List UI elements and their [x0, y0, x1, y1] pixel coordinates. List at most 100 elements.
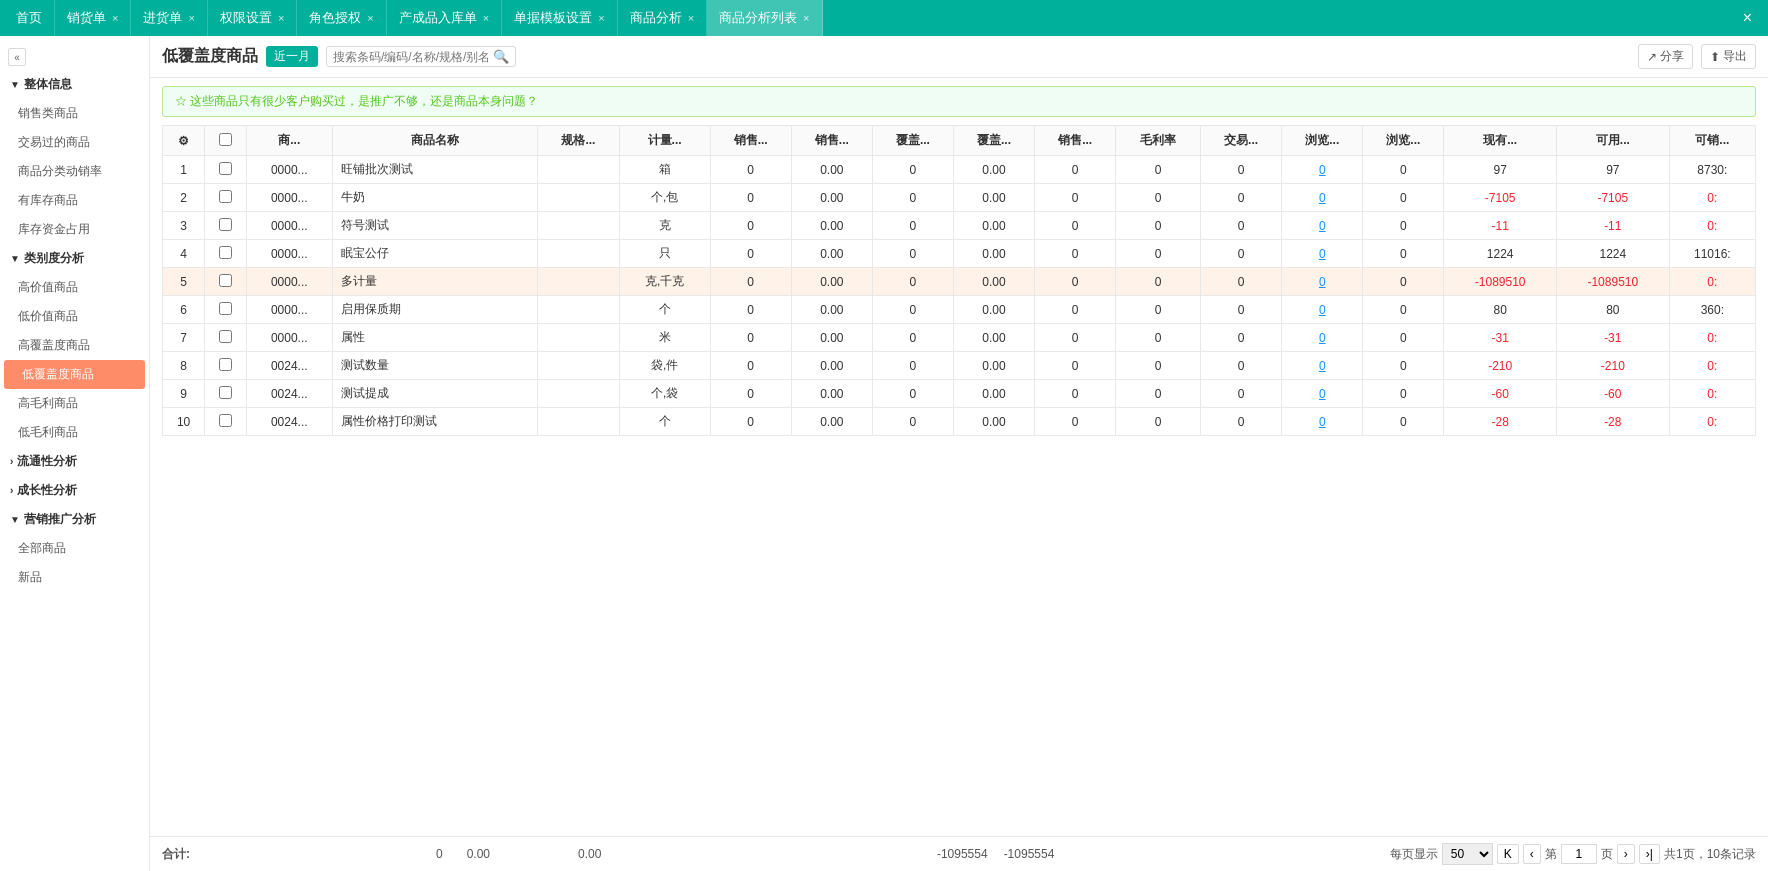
cell-checkbox[interactable] — [205, 352, 246, 380]
sidebar-item-stocked-goods[interactable]: 有库存商品 — [0, 186, 149, 215]
info-banner: ☆ 这些商品只有很少客户购买过，是推广不够，还是商品本身问题？ — [162, 86, 1756, 117]
cell-browse-cnt[interactable]: 0 — [1282, 324, 1363, 352]
tab-home[interactable]: 首页 — [4, 0, 55, 36]
tab-permission-close[interactable]: × — [278, 12, 284, 24]
sidebar-section-marketing[interactable]: ▼ 营销推广分析 — [0, 505, 149, 534]
row-checkbox[interactable] — [219, 386, 232, 399]
cell-browse-cnt[interactable]: 0 — [1282, 240, 1363, 268]
tab-template-close[interactable]: × — [598, 12, 604, 24]
sidebar-item-high-value[interactable]: 高价值商品 — [0, 273, 149, 302]
sidebar-section-category[interactable]: ▼ 类别度分析 — [0, 244, 149, 273]
cell-checkbox[interactable] — [205, 408, 246, 436]
cell-avail-stock: -11 — [1557, 212, 1670, 240]
period-button[interactable]: 近一月 — [266, 46, 318, 67]
row-checkbox[interactable] — [219, 414, 232, 427]
tab-sales[interactable]: 销货单 × — [55, 0, 131, 36]
tab-template-label: 单据模板设置 — [514, 9, 592, 27]
tab-goods-list-label: 商品分析列表 — [719, 9, 797, 27]
cell-browse-cnt[interactable]: 0 — [1282, 268, 1363, 296]
export-icon: ⬆ — [1710, 50, 1720, 64]
cell-checkbox[interactable] — [205, 156, 246, 184]
sidebar-section-overview[interactable]: ▼ 整体信息 — [0, 70, 149, 99]
cell-checkbox[interactable] — [205, 324, 246, 352]
cell-browse-cnt[interactable]: 0 — [1282, 184, 1363, 212]
search-input[interactable] — [333, 50, 493, 64]
cell-browse-cnt[interactable]: 0 — [1282, 352, 1363, 380]
cell-cover-cnt: 0 — [872, 324, 953, 352]
cell-browse-cnt[interactable]: 0 — [1282, 380, 1363, 408]
cell-cover-cnt: 0 — [872, 408, 953, 436]
first-page-btn[interactable]: K — [1497, 844, 1519, 864]
page-input[interactable] — [1561, 844, 1597, 864]
row-checkbox[interactable] — [219, 246, 232, 259]
cell-unit: 米 — [619, 324, 710, 352]
cell-checkbox[interactable] — [205, 380, 246, 408]
sidebar-section-liquidity[interactable]: › 流通性分析 — [0, 447, 149, 476]
page-label: 第 — [1545, 846, 1557, 863]
cell-browse-cnt[interactable]: 0 — [1282, 296, 1363, 324]
tab-purchase-close[interactable]: × — [188, 12, 194, 24]
share-button[interactable]: ↗ 分享 — [1638, 44, 1693, 69]
tab-goods-analysis[interactable]: 商品分析 × — [618, 0, 707, 36]
sidebar-item-stock-capital[interactable]: 库存资金占用 — [0, 215, 149, 244]
row-checkbox[interactable] — [219, 274, 232, 287]
cell-unit: 个 — [619, 408, 710, 436]
cell-cover-cnt: 0 — [872, 156, 953, 184]
th-sellable: 可销... — [1669, 126, 1755, 156]
tab-purchase[interactable]: 进货单 × — [131, 0, 207, 36]
row-checkbox[interactable] — [219, 218, 232, 231]
cell-browse-cnt[interactable]: 0 — [1282, 156, 1363, 184]
sidebar-item-all-goods[interactable]: 全部商品 — [0, 534, 149, 563]
tab-sales-close[interactable]: × — [112, 12, 118, 24]
cell-cover-rate: 0.00 — [953, 380, 1034, 408]
select-all-checkbox[interactable] — [219, 133, 232, 146]
th-curr-stock: 现有... — [1444, 126, 1557, 156]
sidebar-section-growth[interactable]: › 成长性分析 — [0, 476, 149, 505]
sidebar-item-sales-goods[interactable]: 销售类商品 — [0, 99, 149, 128]
cell-checkbox[interactable] — [205, 296, 246, 324]
th-checkbox[interactable] — [205, 126, 246, 156]
row-checkbox[interactable] — [219, 190, 232, 203]
per-page-select[interactable]: 50 100 200 — [1442, 843, 1493, 865]
tab-permission[interactable]: 权限设置 × — [208, 0, 297, 36]
row-checkbox[interactable] — [219, 162, 232, 175]
tab-goods-list-close[interactable]: × — [803, 12, 809, 24]
cell-gross-rate: 0 — [1116, 156, 1201, 184]
tab-inbound-close[interactable]: × — [483, 12, 489, 24]
cell-sellable: 0: — [1669, 212, 1755, 240]
last-page-btn[interactable]: ›| — [1639, 844, 1660, 864]
window-close-btn[interactable]: × — [1731, 9, 1764, 27]
cell-browse-cnt[interactable]: 0 — [1282, 408, 1363, 436]
cell-checkbox[interactable] — [205, 268, 246, 296]
search-icon[interactable]: 🔍 — [493, 49, 509, 64]
row-checkbox[interactable] — [219, 302, 232, 315]
tab-goods-analysis-close[interactable]: × — [688, 12, 694, 24]
cell-checkbox[interactable] — [205, 240, 246, 268]
tab-template[interactable]: 单据模板设置 × — [502, 0, 617, 36]
sidebar-item-high-margin[interactable]: 高毛利商品 — [0, 389, 149, 418]
row-checkbox[interactable] — [219, 330, 232, 343]
sidebar-item-new-goods[interactable]: 新品 — [0, 563, 149, 592]
sidebar-item-high-coverage[interactable]: 高覆盖度商品 — [0, 331, 149, 360]
next-page-btn[interactable]: › — [1617, 844, 1635, 864]
sidebar-item-low-coverage[interactable]: 低覆盖度商品 — [4, 360, 145, 389]
sidebar-item-low-margin[interactable]: 低毛利商品 — [0, 418, 149, 447]
sidebar-item-category-rate[interactable]: 商品分类动销率 — [0, 157, 149, 186]
cell-checkbox[interactable] — [205, 184, 246, 212]
tab-role-close[interactable]: × — [367, 12, 373, 24]
sidebar-collapse-btn[interactable]: « — [8, 48, 26, 66]
th-sales-amt: 销售... — [791, 126, 872, 156]
th-settings[interactable]: ⚙ — [163, 126, 205, 156]
sidebar-item-low-value[interactable]: 低价值商品 — [0, 302, 149, 331]
tab-inbound[interactable]: 产成品入库单 × — [387, 0, 502, 36]
tab-goods-list[interactable]: 商品分析列表 × — [707, 0, 822, 36]
prev-page-btn[interactable]: ‹ — [1523, 844, 1541, 864]
export-button[interactable]: ⬆ 导出 — [1701, 44, 1756, 69]
sidebar-item-traded-goods[interactable]: 交易过的商品 — [0, 128, 149, 157]
tab-role[interactable]: 角色授权 × — [297, 0, 386, 36]
cell-sales-qty: 0 — [710, 352, 791, 380]
cell-code: 0000... — [246, 240, 332, 268]
cell-checkbox[interactable] — [205, 212, 246, 240]
cell-browse-cnt[interactable]: 0 — [1282, 212, 1363, 240]
row-checkbox[interactable] — [219, 358, 232, 371]
